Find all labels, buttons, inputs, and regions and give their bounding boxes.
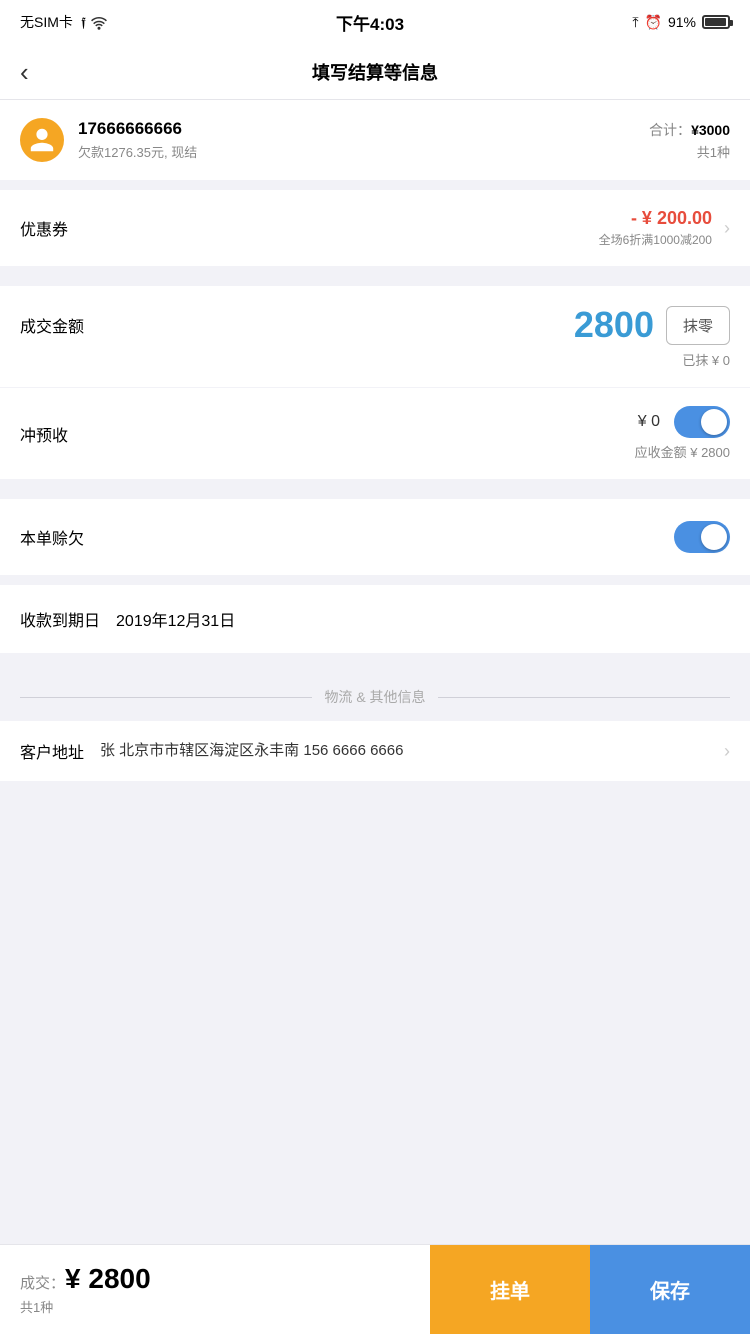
address-section[interactable]: 客户地址 张 北京市市辖区海淀区永丰南 156 6666 6666 › (0, 721, 750, 781)
bottom-info: 成交：¥ 2800 共1种 (0, 1263, 430, 1316)
alarm-icon: ⏰ (645, 14, 662, 31)
duedate-section: 收款到期日 2019年12月31日 (0, 585, 750, 653)
coupon-right: - ¥ 200.00 全场6折满1000减200 › (599, 208, 730, 248)
coupon-detail: - ¥ 200.00 全场6折满1000减200 (599, 208, 712, 248)
carrier-text: 无SIM卡 (20, 12, 73, 32)
user-phone: 17666666666 (78, 119, 197, 139)
status-bar: 无SIM卡 𝖋 下午4:03 ⤒ ⏰ 91% (0, 0, 750, 44)
logistics-divider: 物流 & 其他信息 (0, 673, 750, 721)
prereceive-amount-row: ¥ 0 (638, 406, 730, 438)
debt-toggle[interactable] (674, 521, 730, 553)
status-left: 无SIM卡 𝖋 (20, 12, 108, 32)
nav-bar: ‹ 填写结算等信息 (0, 44, 750, 100)
user-debt: 欠款1276.35元, 现结 (78, 142, 197, 161)
bottom-bar: 成交：¥ 2800 共1种 挂单 保存 (0, 1244, 750, 1334)
prereceive-label: 冲预收 (20, 422, 68, 446)
location-icon: ⤒ (632, 14, 638, 31)
gray-bg-area (0, 781, 750, 901)
duedate-label: 收款到期日 (20, 607, 100, 631)
logistics-text: 物流 & 其他信息 (324, 687, 425, 707)
bottom-buttons: 挂单 保存 (430, 1245, 750, 1334)
total-amount: ¥3000 (691, 122, 730, 138)
coupon-discount: - ¥ 200.00 (599, 208, 712, 229)
battery-percent: 91% (668, 14, 696, 30)
amount-section: 成交金额 2800 抹零 已抹 ¥ 0 (0, 286, 750, 387)
back-button[interactable]: ‹ (20, 59, 29, 85)
amount-sub: 已抹 ¥ 0 (20, 350, 730, 369)
duedate-value: 2019年12月31日 (116, 607, 235, 631)
wifi-icon: 𝖋 (81, 14, 108, 31)
user-section: 17666666666 欠款1276.35元, 现结 合计：¥3000 共1种 (0, 100, 750, 180)
coupon-desc: 全场6折满1000减200 (599, 231, 712, 248)
amount-row: 成交金额 2800 抹零 (20, 304, 730, 346)
amount-right: 2800 抹零 (574, 304, 730, 346)
section-divider-2 (0, 479, 750, 489)
battery-icon (702, 15, 730, 29)
debt-section: 本单赊欠 (0, 499, 750, 575)
bottom-deal-label: 成交：¥ 2800 (20, 1263, 410, 1295)
logistics-line-left (20, 697, 312, 698)
logistics-line-right (438, 697, 730, 698)
user-info: 17666666666 欠款1276.35元, 现结 (78, 119, 197, 161)
status-time: 下午4:03 (336, 10, 404, 35)
coupon-section[interactable]: 优惠券 - ¥ 200.00 全场6折满1000减200 › (0, 190, 750, 266)
prereceive-sub: 应收金额 ¥ 2800 (635, 442, 730, 461)
bottom-amount: ¥ 2800 (65, 1263, 151, 1294)
amount-value: 2800 (574, 304, 654, 346)
total-label: 合计：¥3000 (649, 120, 730, 140)
section-divider-3 (0, 663, 750, 673)
avatar (20, 118, 64, 162)
round-zero-button[interactable]: 抹零 (666, 306, 730, 345)
bottom-count: 共1种 (20, 1297, 410, 1316)
duedate-content: 收款到期日 2019年12月31日 (20, 607, 730, 631)
amount-label: 成交金额 (20, 313, 84, 337)
address-chevron-icon: › (724, 741, 730, 762)
user-right: 合计：¥3000 共1种 (649, 120, 730, 161)
prereceive-toggle[interactable] (674, 406, 730, 438)
address-value: 张 北京市市辖区海淀区永丰南 156 6666 6666 (100, 740, 720, 763)
coupon-chevron-icon: › (724, 218, 730, 239)
prereceive-right: ¥ 0 应收金额 ¥ 2800 (635, 406, 730, 461)
user-left: 17666666666 欠款1276.35元, 现结 (20, 118, 197, 162)
address-label: 客户地址 (20, 739, 84, 763)
status-right: ⤒ ⏰ 91% (632, 14, 730, 31)
debt-label: 本单赊欠 (20, 525, 84, 549)
save-button[interactable]: 保存 (590, 1245, 750, 1334)
page-title: 填写结算等信息 (312, 59, 438, 85)
hold-button[interactable]: 挂单 (430, 1245, 590, 1334)
section-divider-1 (0, 276, 750, 286)
prereceive-val: ¥ 0 (638, 413, 660, 431)
total-count: 共1种 (649, 142, 730, 161)
prereceive-section: 冲预收 ¥ 0 应收金额 ¥ 2800 (0, 388, 750, 479)
coupon-label: 优惠券 (20, 216, 68, 240)
content-area: 17666666666 欠款1276.35元, 现结 合计：¥3000 共1种 … (0, 100, 750, 1001)
